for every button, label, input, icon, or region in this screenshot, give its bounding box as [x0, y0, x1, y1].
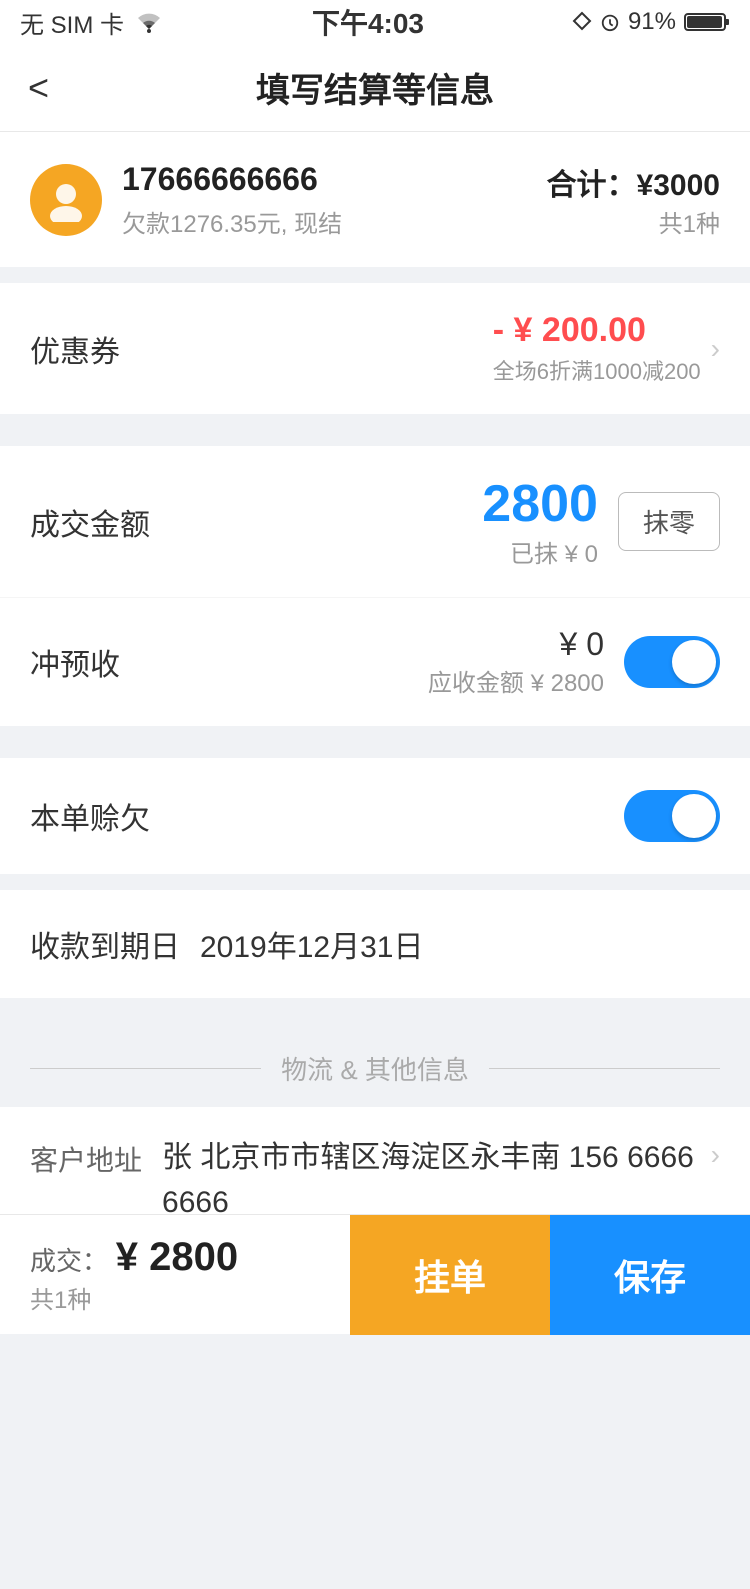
back-button[interactable]: <: [28, 67, 49, 109]
logistics-divider: 物流 & 其他信息: [0, 1030, 750, 1107]
hold-button[interactable]: 挂单: [350, 1215, 550, 1335]
summary-row: 成交： ¥ 2800: [30, 1235, 320, 1280]
alarm-icon: [600, 11, 620, 33]
customer-total: 合计：¥3000 共1种: [547, 160, 720, 239]
page-title: 填写结算等信息: [256, 63, 494, 112]
bottom-bar: 成交： ¥ 2800 共1种 挂单 保存: [0, 1214, 750, 1334]
summary-count: 共1种: [30, 1280, 320, 1315]
location-icon: [572, 11, 592, 33]
address-value: 张 北京市市辖区海淀区永丰南 156 6666 6666: [162, 1135, 701, 1225]
debt-row: 本单赊欠: [0, 758, 750, 874]
prepaid-amount: ¥ 0: [428, 626, 604, 663]
customer-phone: 17666666666: [122, 161, 342, 198]
total-amount: 合计：¥3000: [547, 160, 720, 204]
prepaid-row: 冲预收 ¥ 0 应收金额 ¥ 2800: [0, 597, 750, 726]
debt-label: 本单赊欠: [30, 794, 150, 838]
status-left: 无 SIM 卡: [20, 5, 164, 40]
status-time: 下午4:03: [312, 2, 424, 42]
prepaid-amount-group: ¥ 0 应收金额 ¥ 2800: [428, 626, 604, 698]
nav-bar: < 填写结算等信息: [0, 44, 750, 132]
coupon-discount: - ¥ 200.00: [493, 311, 701, 350]
summary-amount: ¥ 2800: [116, 1235, 238, 1279]
duedate-label: 收款到期日: [30, 922, 180, 966]
content-area: 17666666666 欠款1276.35元, 现结 合计：¥3000 共1种 …: [0, 132, 750, 1589]
customer-left: 17666666666 欠款1276.35元, 现结: [30, 161, 342, 239]
hold-button-label: 挂单: [414, 1249, 486, 1301]
amount-section: 成交金额 2800 已抹 ¥ 0 抹零 冲预收 ¥ 0 应收金额 ¥ 2800: [0, 446, 750, 726]
duedate-value: 2019年12月31日: [200, 922, 423, 966]
address-label: 客户地址: [30, 1139, 142, 1179]
chevron-right-icon: ›: [711, 333, 720, 365]
coupon-info: - ¥ 200.00 全场6折满1000减200: [493, 311, 701, 386]
battery-icon: [684, 11, 730, 33]
battery-percent: 91%: [628, 8, 676, 36]
total-count: 共1种: [547, 204, 720, 239]
chevron-right-icon-address: ›: [711, 1139, 720, 1171]
coupon-label: 优惠券: [30, 327, 120, 371]
duedate-row: 收款到期日 2019年12月31日: [0, 890, 750, 998]
avatar: [30, 164, 102, 236]
prepaid-sub: 应收金额 ¥ 2800: [428, 663, 604, 698]
bottom-summary: 成交： ¥ 2800 共1种: [0, 1235, 350, 1315]
customer-info: 17666666666 欠款1276.35元, 现结: [122, 161, 342, 239]
prepaid-right: ¥ 0 应收金额 ¥ 2800: [428, 626, 720, 698]
customer-debt: 欠款1276.35元, 现结: [122, 204, 342, 239]
section-divider-1: [0, 430, 750, 446]
amount-sub: 已抹 ¥ 0: [482, 534, 598, 569]
section-divider-2: [0, 742, 750, 758]
divider-line-right: [489, 1068, 720, 1069]
save-button[interactable]: 保存: [550, 1215, 750, 1335]
amount-value: 2800: [482, 474, 598, 534]
amount-label: 成交金额: [30, 500, 150, 544]
sim-status: 无 SIM 卡: [20, 5, 124, 40]
round-button[interactable]: 抹零: [618, 492, 720, 551]
save-button-label: 保存: [614, 1249, 686, 1301]
prepaid-toggle[interactable]: [624, 636, 720, 688]
debt-toggle[interactable]: [624, 790, 720, 842]
section-divider-3: [0, 1014, 750, 1030]
user-icon: [44, 178, 88, 222]
amount-row: 成交金额 2800 已抹 ¥ 0 抹零: [0, 446, 750, 597]
logistics-text: 物流 & 其他信息: [281, 1050, 469, 1087]
coupon-right: - ¥ 200.00 全场6折满1000减200 ›: [493, 311, 720, 386]
amount-right: 2800 已抹 ¥ 0 抹零: [482, 474, 720, 569]
customer-card: 17666666666 欠款1276.35元, 现结 合计：¥3000 共1种: [0, 132, 750, 267]
status-bar: 无 SIM 卡 下午4:03 91%: [0, 0, 750, 44]
wifi-icon: [134, 11, 164, 33]
summary-label: 成交：: [30, 1246, 108, 1276]
coupon-row[interactable]: 优惠券 - ¥ 200.00 全场6折满1000减200 ›: [0, 283, 750, 414]
status-right: 91%: [572, 8, 730, 36]
debt-toggle-knob: [672, 794, 716, 838]
amount-value-group: 2800 已抹 ¥ 0: [482, 474, 598, 569]
coupon-description: 全场6折满1000减200: [493, 354, 701, 386]
divider-line-left: [30, 1068, 261, 1069]
prepaid-label: 冲预收: [30, 640, 120, 684]
toggle-knob: [672, 640, 716, 684]
